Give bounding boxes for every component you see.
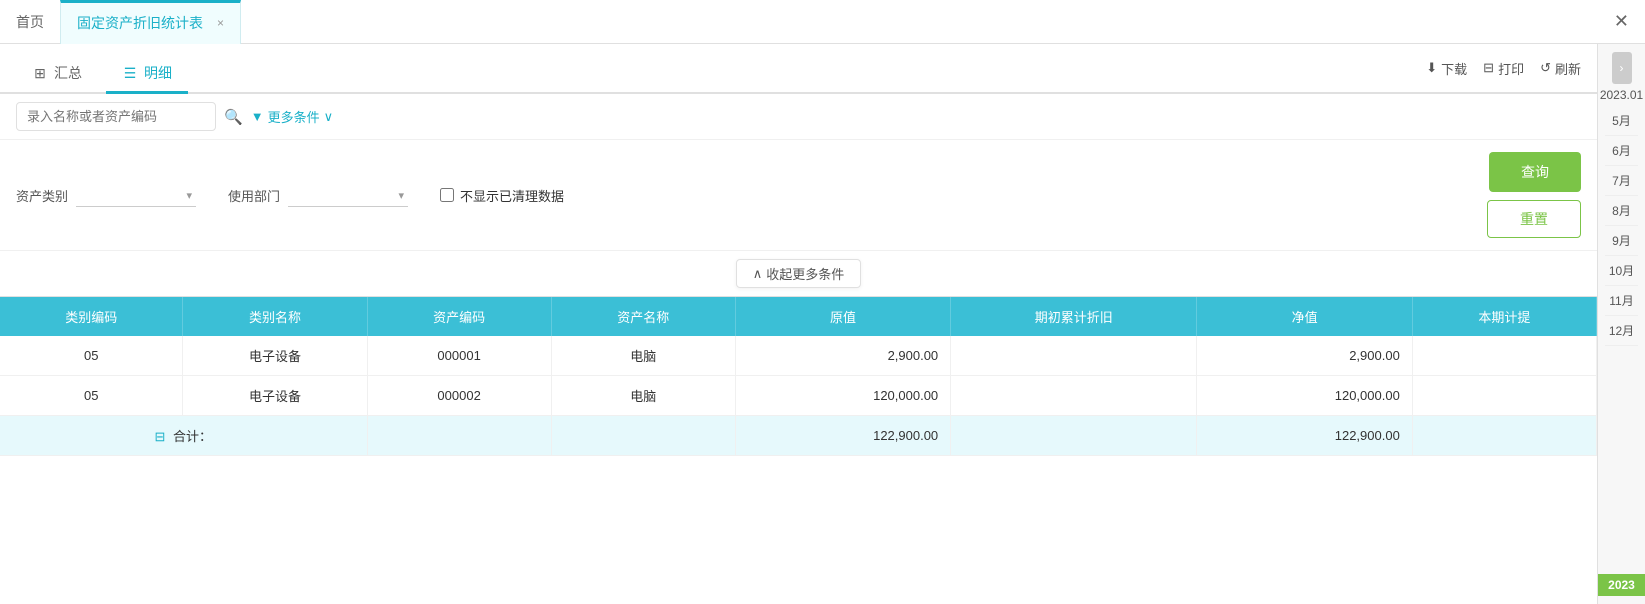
toolbar: ⬇ 下载 ⊟ 打印 ↺ 刷新	[1410, 51, 1597, 86]
col-asset-code: 资产编码	[367, 297, 551, 336]
col-current: 本期计提	[1412, 297, 1596, 336]
sidebar-month-item[interactable]: 12月	[1605, 316, 1638, 346]
nav-tab-close[interactable]: ×	[217, 16, 224, 30]
query-button[interactable]: 查询	[1489, 152, 1581, 192]
more-conditions-toggle[interactable]: ▼ 更多条件 ∨	[251, 107, 333, 126]
col-net-value: 净值	[1197, 297, 1412, 336]
department-select-wrapper	[288, 183, 408, 207]
hide-cleared-label: 不显示已清理数据	[460, 186, 564, 205]
months-list: 5月6月7月8月9月10月11月12月	[1605, 106, 1638, 346]
print-button[interactable]: ⊟ 打印	[1483, 59, 1524, 78]
nav-home[interactable]: 首页	[16, 12, 60, 32]
refresh-icon: ↺	[1540, 60, 1551, 76]
download-button[interactable]: ⬇ 下载	[1426, 59, 1467, 78]
total-row: ⊟ 合计： 122,900.00 122,900.00	[0, 416, 1597, 456]
collapse-up-icon: ∧	[753, 266, 763, 282]
right-sidebar: › 2023.01 5月6月7月8月9月10月11月12月 2023	[1597, 44, 1645, 604]
main-content: ⊞ 汇总 ☰ 明细 ⬇ 下载 ⊟ 打印 ↺ 刷新	[0, 44, 1645, 604]
asset-type-group: 资产类别	[16, 183, 196, 207]
table-row: 05 电子设备 000002 电脑 120,000.00 120,000.00	[0, 376, 1597, 416]
download-icon: ⬇	[1426, 60, 1437, 76]
col-category-name: 类别名称	[183, 297, 367, 336]
asset-type-select-wrapper	[76, 183, 196, 207]
download-label: 下载	[1441, 59, 1467, 78]
table-container: 类别编码 类别名称 资产编码 资产名称 原值 期初累计折旧 净值 本期计提 05…	[0, 297, 1597, 604]
search-bar: 🔍 ▼ 更多条件 ∨	[0, 94, 1597, 140]
refresh-button[interactable]: ↺ 刷新	[1540, 59, 1581, 78]
filter-row: 资产类别 使用部门 不显示已清理数据	[0, 140, 1597, 251]
search-icon[interactable]: 🔍	[224, 108, 243, 126]
detail-icon: ☰	[122, 65, 138, 81]
asset-type-select[interactable]	[76, 183, 196, 207]
nav-tab-label: 固定资产折旧统计表	[77, 13, 203, 33]
table-header-row: 类别编码 类别名称 资产编码 资产名称 原值 期初累计折旧 净值 本期计提	[0, 297, 1597, 336]
collapse-button[interactable]: ∧ 收起更多条件	[736, 259, 862, 288]
sidebar-month-item[interactable]: 10月	[1605, 256, 1638, 286]
sidebar-month-item[interactable]: 5月	[1605, 106, 1638, 136]
year-badge: 2023	[1598, 574, 1645, 596]
tab-summary[interactable]: ⊞ 汇总	[16, 55, 98, 94]
department-select[interactable]	[288, 183, 408, 207]
col-category-code: 类别编码	[0, 297, 183, 336]
nav-tab-depreciation[interactable]: 固定资产折旧统计表 ×	[60, 0, 241, 44]
top-nav: 首页 固定资产折旧统计表 × ✕	[0, 0, 1645, 44]
date-display: 2023.01	[1597, 84, 1645, 106]
col-accumulated: 期初累计折旧	[951, 297, 1197, 336]
more-conditions-label: 更多条件	[268, 107, 320, 126]
tabs-row: ⊞ 汇总 ☰ 明细	[0, 44, 1410, 92]
window-close-button[interactable]: ✕	[1614, 11, 1629, 32]
hide-cleared-group: 不显示已清理数据	[440, 186, 564, 205]
expand-arrow[interactable]: ›	[1612, 52, 1632, 84]
sidebar-month-item[interactable]: 6月	[1605, 136, 1638, 166]
collapse-row: ∧ 收起更多条件	[0, 251, 1597, 297]
chevron-down-icon: ∨	[324, 109, 334, 125]
department-label: 使用部门	[228, 186, 280, 205]
print-icon: ⊟	[1483, 60, 1494, 76]
department-group: 使用部门	[228, 183, 408, 207]
filter-actions: 查询 重置	[1487, 152, 1581, 238]
depreciation-table: 类别编码 类别名称 资产编码 资产名称 原值 期初累计折旧 净值 本期计提 05…	[0, 297, 1597, 456]
left-panel: ⊞ 汇总 ☰ 明细 ⬇ 下载 ⊟ 打印 ↺ 刷新	[0, 44, 1597, 604]
sidebar-month-item[interactable]: 7月	[1605, 166, 1638, 196]
asset-type-label: 资产类别	[16, 186, 68, 205]
filter-icon: ▼	[251, 109, 264, 124]
collapse-label: 收起更多条件	[766, 264, 844, 283]
table-row: 05 电子设备 000001 电脑 2,900.00 2,900.00	[0, 336, 1597, 376]
search-input[interactable]	[16, 102, 216, 131]
col-original: 原值	[735, 297, 950, 336]
print-label: 打印	[1498, 59, 1524, 78]
refresh-label: 刷新	[1555, 59, 1581, 78]
tab-detail-label: 明细	[144, 63, 172, 83]
reset-button[interactable]: 重置	[1487, 200, 1581, 238]
sidebar-month-item[interactable]: 8月	[1605, 196, 1638, 226]
hide-cleared-checkbox[interactable]	[440, 188, 454, 202]
tab-detail[interactable]: ☰ 明细	[106, 55, 188, 94]
sidebar-month-item[interactable]: 11月	[1605, 286, 1638, 316]
summary-icon: ⊞	[32, 65, 48, 81]
tab-summary-label: 汇总	[54, 63, 82, 83]
sidebar-month-item[interactable]: 9月	[1605, 226, 1638, 256]
col-asset-name: 资产名称	[551, 297, 735, 336]
